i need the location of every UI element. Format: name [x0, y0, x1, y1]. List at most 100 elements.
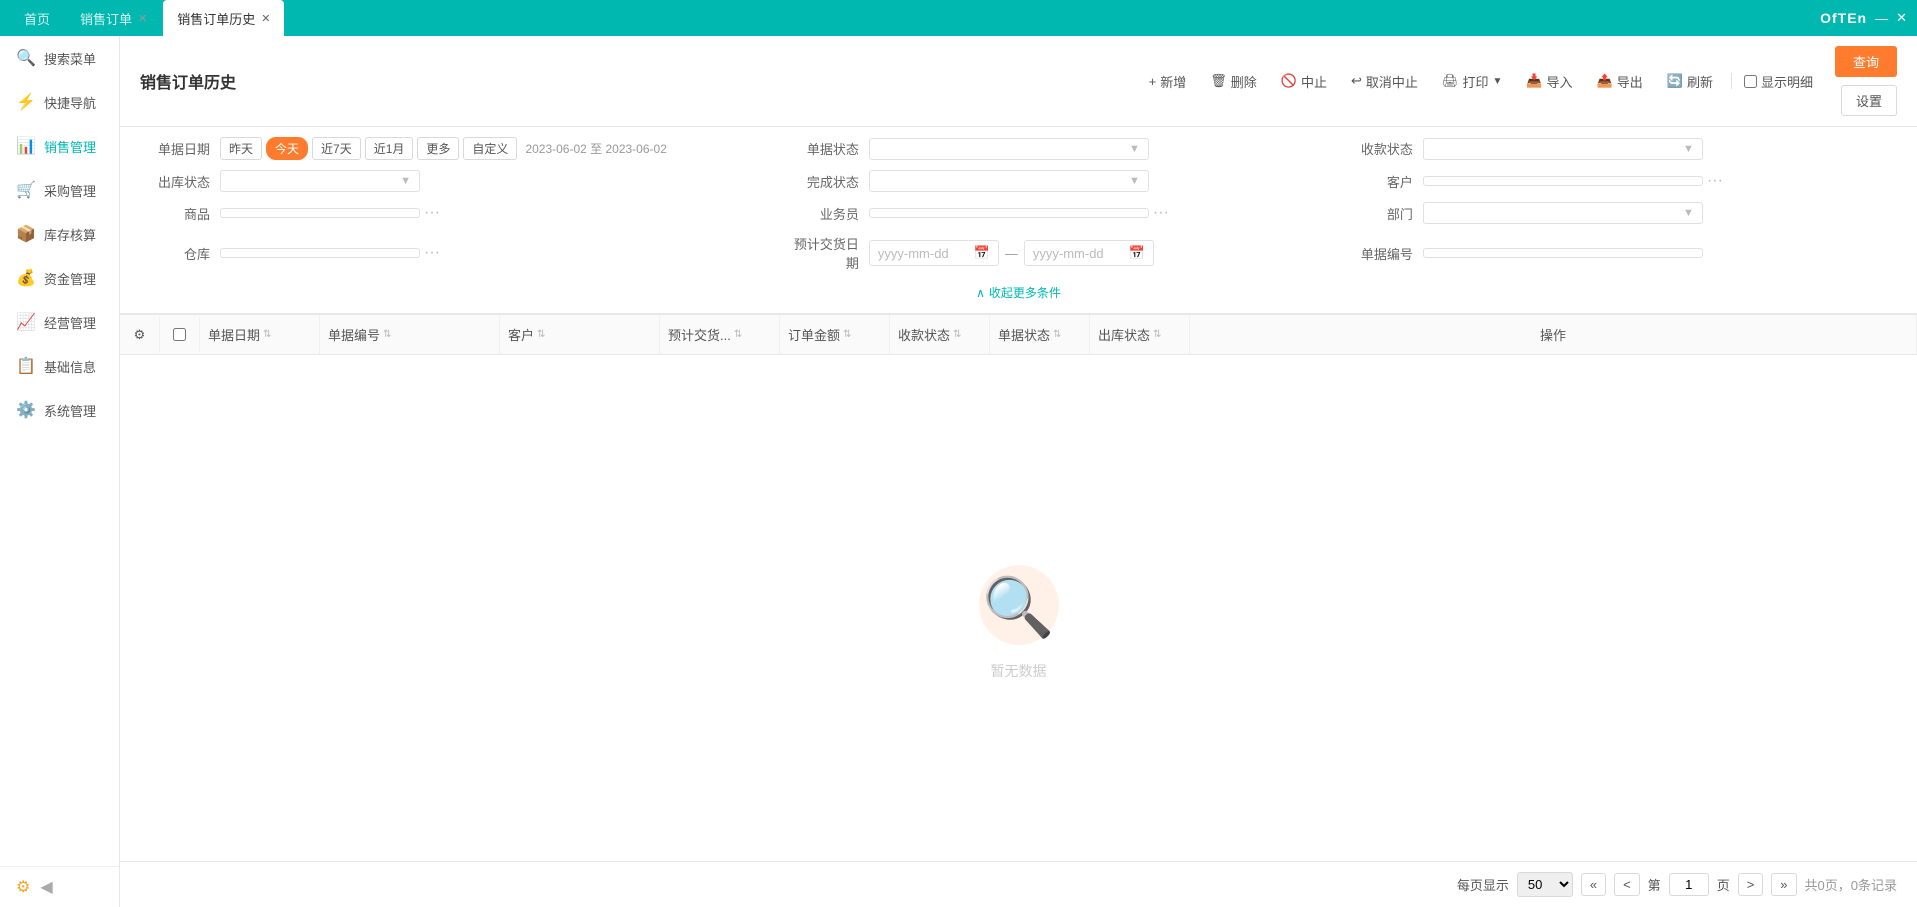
page-label: 第	[1648, 875, 1661, 894]
date-btn-yesterday[interactable]: 昨天	[220, 137, 262, 160]
department-select[interactable]: ▼	[1423, 202, 1703, 224]
sidebar-item-operation[interactable]: 📈 经营管理	[0, 300, 119, 344]
order-status-arrow: ▼	[1129, 143, 1140, 155]
print-arrow: ▼	[1492, 76, 1502, 87]
display-detail-input[interactable]	[1744, 75, 1757, 88]
th-checkbox[interactable]	[160, 318, 200, 351]
display-detail-checkbox[interactable]: 显示明细	[1744, 72, 1813, 91]
tab-bar: 首页 销售订单 ✕ 销售订单历史 ✕	[10, 0, 284, 36]
th-receipt-sort-icon: ⇅	[953, 329, 961, 340]
window-close[interactable]: ✕	[1896, 10, 1907, 26]
print-label: 打印	[1462, 72, 1488, 91]
cancel-stop-button[interactable]: ↩ 取消中止	[1345, 68, 1424, 95]
th-delivery[interactable]: 预计交货... ⇅	[660, 315, 780, 354]
sidebar-item-purchase[interactable]: 🛒 采购管理	[0, 168, 119, 212]
collapse-text: 收起更多条件	[989, 284, 1061, 301]
date-btn-more[interactable]: 更多	[417, 137, 459, 160]
goods-dots-btn[interactable]: ···	[424, 205, 440, 221]
system-icon: ⚙️	[16, 400, 36, 420]
empty-figure-icon: 🔍	[982, 579, 1054, 637]
goods-select[interactable]	[220, 208, 420, 218]
import-icon: 📥	[1526, 73, 1542, 89]
page-size-select[interactable]: 50 10 20 100	[1517, 872, 1573, 897]
tab-home-label: 首页	[24, 9, 50, 28]
sidebar-item-search[interactable]: 🔍 搜索菜单	[0, 36, 119, 80]
salesperson-dots-btn[interactable]: ···	[1153, 205, 1169, 221]
th-date[interactable]: 单据日期 ⇅	[200, 315, 320, 354]
tab-home[interactable]: 首页	[10, 0, 64, 36]
pagination: 每页显示 50 10 20 100 « < 第 页 > » 共0页，0条记录	[120, 861, 1917, 907]
import-button[interactable]: 📥 导入	[1520, 68, 1578, 95]
customer-select[interactable]	[1423, 176, 1703, 186]
stop-button[interactable]: 🚫 中止	[1275, 68, 1333, 95]
page-number-input[interactable]	[1669, 873, 1709, 896]
th-order[interactable]: 单据编号 ⇅	[320, 315, 500, 354]
receipt-status-arrow: ▼	[1683, 143, 1694, 155]
import-label: 导入	[1547, 72, 1573, 91]
order-status-select[interactable]: ▼	[869, 138, 1149, 160]
warehouse-label: 仓库	[140, 244, 220, 263]
purchase-icon: 🛒	[16, 180, 36, 200]
prev-page-button[interactable]: <	[1614, 873, 1640, 896]
sidebar-item-finance[interactable]: 💰 资金管理	[0, 256, 119, 300]
search-button[interactable]: 查询	[1835, 46, 1897, 77]
tab-sales-order-history-close[interactable]: ✕	[261, 12, 270, 25]
settings-button[interactable]: 设置	[1841, 85, 1897, 116]
complete-status-select[interactable]: ▼	[869, 170, 1149, 192]
add-button[interactable]: + 新增	[1143, 68, 1193, 95]
sidebar-item-system[interactable]: ⚙️ 系统管理	[0, 388, 119, 432]
sidebar-item-quick-nav[interactable]: ⚡ 快捷导航	[0, 80, 119, 124]
refresh-button[interactable]: 🔄 刷新	[1661, 68, 1719, 95]
outstock-status-select[interactable]: ▼	[220, 170, 420, 192]
th-amount[interactable]: 订单金额 ⇅	[780, 315, 890, 354]
date-btn-7days[interactable]: 近7天	[312, 137, 361, 160]
next-page-button[interactable]: >	[1738, 873, 1764, 896]
sidebar-item-system-label: 系统管理	[44, 401, 96, 420]
toolbar-divider	[1731, 73, 1732, 89]
outstock-status-label: 出库状态	[140, 172, 220, 191]
empty-illustration: 🔍	[964, 535, 1074, 645]
th-receipt[interactable]: 收款状态 ⇅	[890, 315, 990, 354]
last-page-button[interactable]: »	[1771, 873, 1796, 896]
order-number-input[interactable]	[1423, 248, 1703, 258]
export-button[interactable]: 📤 导出	[1591, 68, 1649, 95]
date-btn-custom[interactable]: 自定义	[463, 137, 517, 160]
th-status[interactable]: 单据状态 ⇅	[990, 315, 1090, 354]
customer-dots-btn[interactable]: ···	[1707, 173, 1723, 189]
receipt-status-label: 收款状态	[1343, 139, 1423, 158]
th-outstock[interactable]: 出库状态 ⇅	[1090, 315, 1190, 354]
delivery-date-end[interactable]: yyyy-mm-dd 📅	[1024, 240, 1154, 266]
sidebar-collapse-icon[interactable]: ◀	[40, 877, 52, 897]
receipt-status-select[interactable]: ▼	[1423, 138, 1703, 160]
print-button[interactable]: 🖨 打印 ▼	[1436, 68, 1508, 95]
date-btn-today[interactable]: 今天	[266, 137, 308, 160]
sidebar-item-inventory-label: 库存核算	[44, 225, 96, 244]
first-page-button[interactable]: «	[1581, 873, 1606, 896]
th-customer-label: 客户	[508, 325, 534, 344]
search-action-area: 查询 设置	[1825, 46, 1897, 116]
calendar-end-icon[interactable]: 📅	[1129, 245, 1145, 261]
collapse-button[interactable]: ∧ 收起更多条件	[140, 282, 1897, 307]
window-minimize[interactable]: —	[1875, 11, 1888, 26]
delete-icon: 🗑	[1210, 73, 1227, 89]
calendar-start-icon[interactable]: 📅	[974, 245, 990, 261]
customer-label: 客户	[1343, 172, 1423, 191]
page-suffix: 页	[1717, 875, 1730, 894]
th-customer[interactable]: 客户 ⇅	[500, 315, 660, 354]
warehouse-dots-btn[interactable]: ···	[424, 245, 440, 261]
tab-sales-order[interactable]: 销售订单 ✕	[66, 0, 161, 36]
delete-button[interactable]: 🗑 删除	[1204, 68, 1263, 95]
date-btn-1month[interactable]: 近1月	[365, 137, 414, 160]
th-status-label: 单据状态	[998, 325, 1050, 344]
tab-sales-order-close[interactable]: ✕	[138, 12, 147, 25]
delivery-date-start[interactable]: yyyy-mm-dd 📅	[869, 240, 999, 266]
sidebar-item-basic[interactable]: 📋 基础信息	[0, 344, 119, 388]
warehouse-select[interactable]	[220, 248, 420, 258]
sidebar-item-sales[interactable]: 📊 销售管理	[0, 124, 119, 168]
tab-sales-order-history[interactable]: 销售订单历史 ✕	[163, 0, 284, 36]
sidebar-settings-icon[interactable]: ⚙	[16, 877, 30, 897]
salesperson-select[interactable]	[869, 208, 1149, 218]
th-settings[interactable]: ⚙	[120, 317, 160, 353]
select-all-checkbox[interactable]	[173, 328, 186, 341]
sidebar-item-inventory[interactable]: 📦 库存核算	[0, 212, 119, 256]
